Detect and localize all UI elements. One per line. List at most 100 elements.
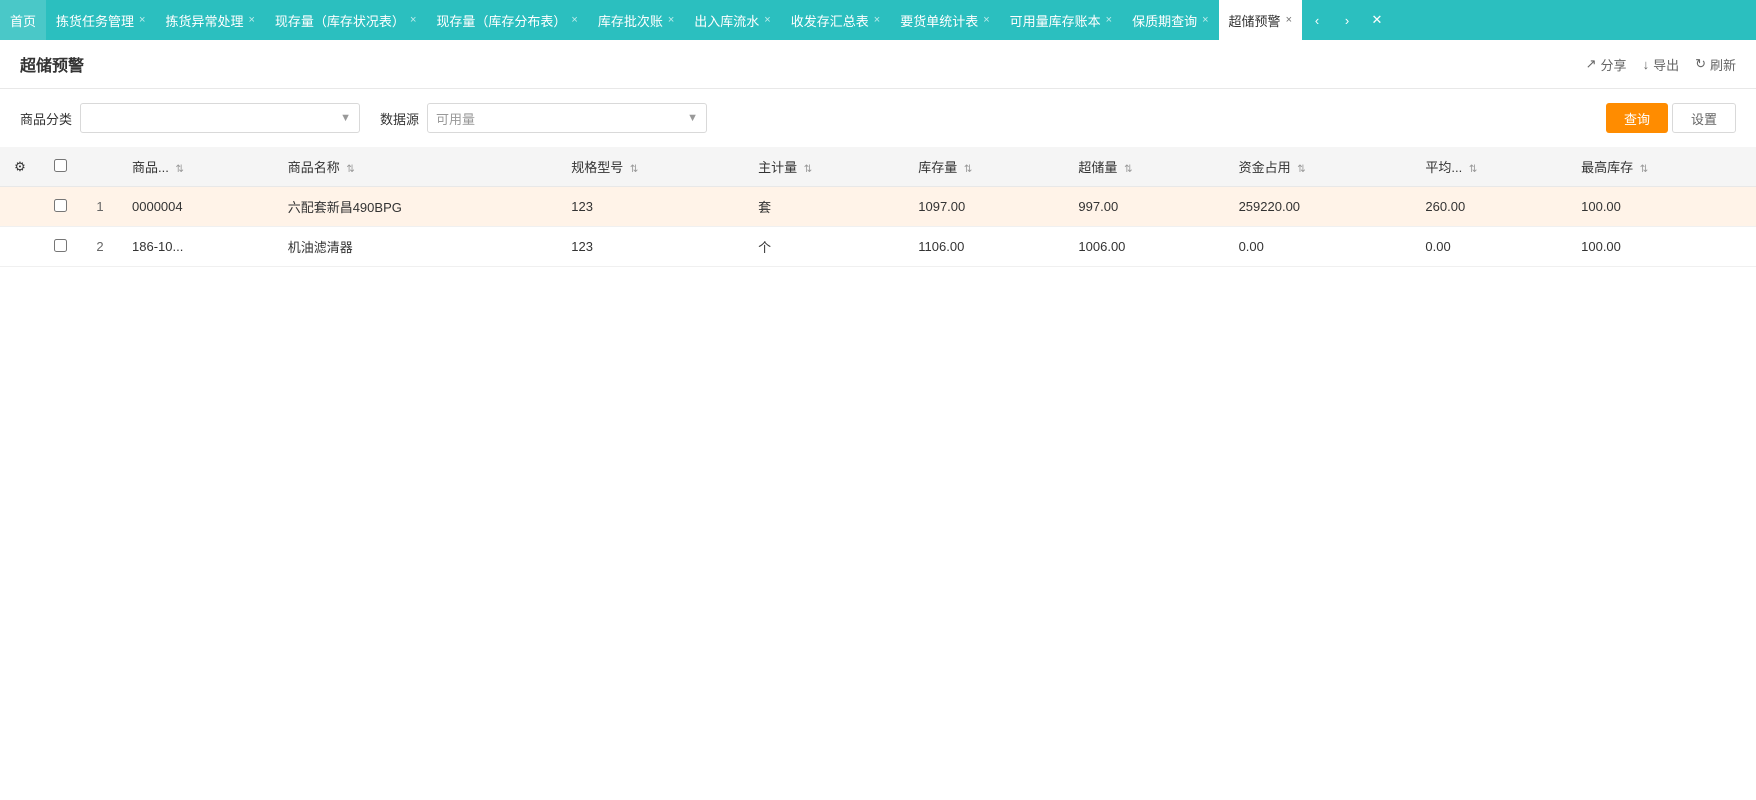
close-icon[interactable]: ×	[139, 14, 145, 26]
row-product-code: 186-10...	[120, 227, 276, 267]
share-button[interactable]: ↗ 分享	[1586, 55, 1627, 74]
checkbox-column-header[interactable]	[40, 147, 80, 187]
row-capital: 0.00	[1227, 227, 1414, 267]
page-title: 超储预警	[20, 52, 84, 76]
settings-button[interactable]: 设置	[1672, 103, 1736, 133]
nav-stock-status[interactable]: 现存量（库存状况表） ×	[265, 0, 426, 40]
category-select[interactable]: ▼	[80, 103, 360, 133]
th-product-code[interactable]: 商品... ⇅	[120, 147, 276, 187]
settings-column-header[interactable]: ⚙	[0, 147, 40, 187]
page-content: 超储预警 ↗ 分享 ↓ 导出 ↻ 刷新 商品分类 ▼ 数据源	[0, 40, 1756, 800]
header-actions: ↗ 分享 ↓ 导出 ↻ 刷新	[1586, 55, 1736, 74]
row-checkbox[interactable]	[54, 199, 67, 212]
th-stock[interactable]: 库存量 ⇅	[906, 147, 1066, 187]
th-avg[interactable]: 平均... ⇅	[1413, 147, 1569, 187]
nav-home[interactable]: 首页	[0, 0, 46, 40]
page-header: 超储预警 ↗ 分享 ↓ 导出 ↻ 刷新	[0, 40, 1756, 89]
row-overstock: 997.00	[1066, 187, 1226, 227]
filter-bar: 商品分类 ▼ 数据源 可用量 ▼ 查询 设置	[0, 89, 1756, 147]
select-all-checkbox[interactable]	[54, 159, 67, 172]
table-header-row: ⚙ 商品... ⇅ 商品名称 ⇅ 规格型号	[0, 147, 1756, 187]
datasource-filter-group: 数据源 可用量 ▼	[380, 103, 707, 133]
close-icon[interactable]: ×	[248, 14, 254, 26]
nav-batch[interactable]: 库存批次账 ×	[588, 0, 684, 40]
nav-available-stock[interactable]: 可用量库存账本 ×	[1000, 0, 1122, 40]
row-product-name: 机油滤清器	[276, 227, 560, 267]
row-stock: 1097.00	[906, 187, 1066, 227]
row-settings-cell	[0, 227, 40, 267]
nav-inout[interactable]: 出入库流水 ×	[684, 0, 780, 40]
row-capital: 259220.00	[1227, 187, 1414, 227]
row-avg: 0.00	[1413, 227, 1569, 267]
table-container: ⚙ 商品... ⇅ 商品名称 ⇅ 规格型号	[0, 147, 1756, 267]
share-icon: ↗	[1586, 56, 1597, 72]
nav-close-arrow[interactable]: ✕	[1362, 0, 1392, 40]
nav-next-arrow[interactable]: ›	[1332, 0, 1362, 40]
sort-icon: ⇅	[1640, 164, 1648, 175]
th-overstock[interactable]: 超储量 ⇅	[1066, 147, 1226, 187]
row-unit: 套	[746, 187, 906, 227]
row-checkbox[interactable]	[54, 239, 67, 252]
row-spec: 123	[559, 227, 746, 267]
th-product-name[interactable]: 商品名称 ⇅	[276, 147, 560, 187]
nav-overstock-alert[interactable]: 超储预警 ×	[1219, 0, 1302, 40]
th-row-num	[80, 147, 120, 187]
close-icon[interactable]: ×	[1106, 14, 1112, 26]
nav-exception-handling[interactable]: 拣货异常处理 ×	[155, 0, 264, 40]
row-max-stock: 100.00	[1569, 227, 1756, 267]
nav-order-stats[interactable]: 要货单统计表 ×	[890, 0, 999, 40]
datasource-select[interactable]: 可用量 ▼	[427, 103, 707, 133]
close-icon[interactable]: ×	[1286, 14, 1292, 26]
nav-prev-arrow[interactable]: ‹	[1302, 0, 1332, 40]
table-row: 2 186-10... 机油滤清器 123 个 1106.00 1006.00 …	[0, 227, 1756, 267]
row-number: 1	[80, 187, 120, 227]
row-checkbox-cell[interactable]	[40, 187, 80, 227]
datasource-label: 数据源	[380, 109, 419, 128]
close-icon[interactable]: ×	[1202, 14, 1208, 26]
row-product-code: 0000004	[120, 187, 276, 227]
close-icon[interactable]: ×	[410, 14, 416, 26]
th-capital[interactable]: 资金占用 ⇅	[1227, 147, 1414, 187]
chevron-down-icon: ▼	[687, 112, 698, 124]
nav-task-management[interactable]: 拣货任务管理 ×	[46, 0, 155, 40]
sort-icon: ⇅	[1297, 164, 1305, 175]
table-body: 1 0000004 六配套新昌490BPG 123 套 1097.00 997.…	[0, 187, 1756, 267]
row-settings-cell	[0, 187, 40, 227]
top-navigation: 首页 拣货任务管理 × 拣货异常处理 × 现存量（库存状况表） × 现存量（库存…	[0, 0, 1756, 40]
export-button[interactable]: ↓ 导出	[1643, 55, 1680, 74]
th-unit[interactable]: 主计量 ⇅	[746, 147, 906, 187]
close-icon[interactable]: ×	[983, 14, 989, 26]
row-unit: 个	[746, 227, 906, 267]
filter-action-buttons: 查询 设置	[1606, 103, 1736, 133]
row-spec: 123	[559, 187, 746, 227]
gear-icon: ⚙	[14, 159, 26, 174]
chevron-down-icon: ▼	[340, 112, 351, 124]
th-max-stock[interactable]: 最高库存 ⇅	[1569, 147, 1756, 187]
query-button[interactable]: 查询	[1606, 103, 1668, 133]
nav-stock-dist[interactable]: 现存量（库存分布表） ×	[426, 0, 587, 40]
table-row: 1 0000004 六配套新昌490BPG 123 套 1097.00 997.…	[0, 187, 1756, 227]
row-avg: 260.00	[1413, 187, 1569, 227]
sort-icon: ⇅	[1124, 164, 1132, 175]
category-filter-group: 商品分类 ▼	[20, 103, 360, 133]
nav-quality-check[interactable]: 保质期查询 ×	[1122, 0, 1218, 40]
close-icon[interactable]: ×	[874, 14, 880, 26]
th-spec[interactable]: 规格型号 ⇅	[559, 147, 746, 187]
nav-summary[interactable]: 收发存汇总表 ×	[781, 0, 890, 40]
close-icon[interactable]: ×	[764, 14, 770, 26]
sort-icon: ⇅	[175, 164, 183, 175]
close-icon[interactable]: ×	[668, 14, 674, 26]
sort-icon: ⇅	[630, 164, 638, 175]
row-number: 2	[80, 227, 120, 267]
refresh-icon: ↻	[1695, 56, 1706, 72]
sort-icon: ⇅	[804, 164, 812, 175]
close-icon[interactable]: ×	[571, 14, 577, 26]
row-product-name: 六配套新昌490BPG	[276, 187, 560, 227]
datasource-select-text: 可用量	[436, 109, 475, 128]
sort-icon: ⇅	[346, 164, 354, 175]
export-icon: ↓	[1643, 57, 1650, 72]
row-checkbox-cell[interactable]	[40, 227, 80, 267]
sort-icon: ⇅	[1469, 164, 1477, 175]
refresh-button[interactable]: ↻ 刷新	[1695, 55, 1736, 74]
row-overstock: 1006.00	[1066, 227, 1226, 267]
